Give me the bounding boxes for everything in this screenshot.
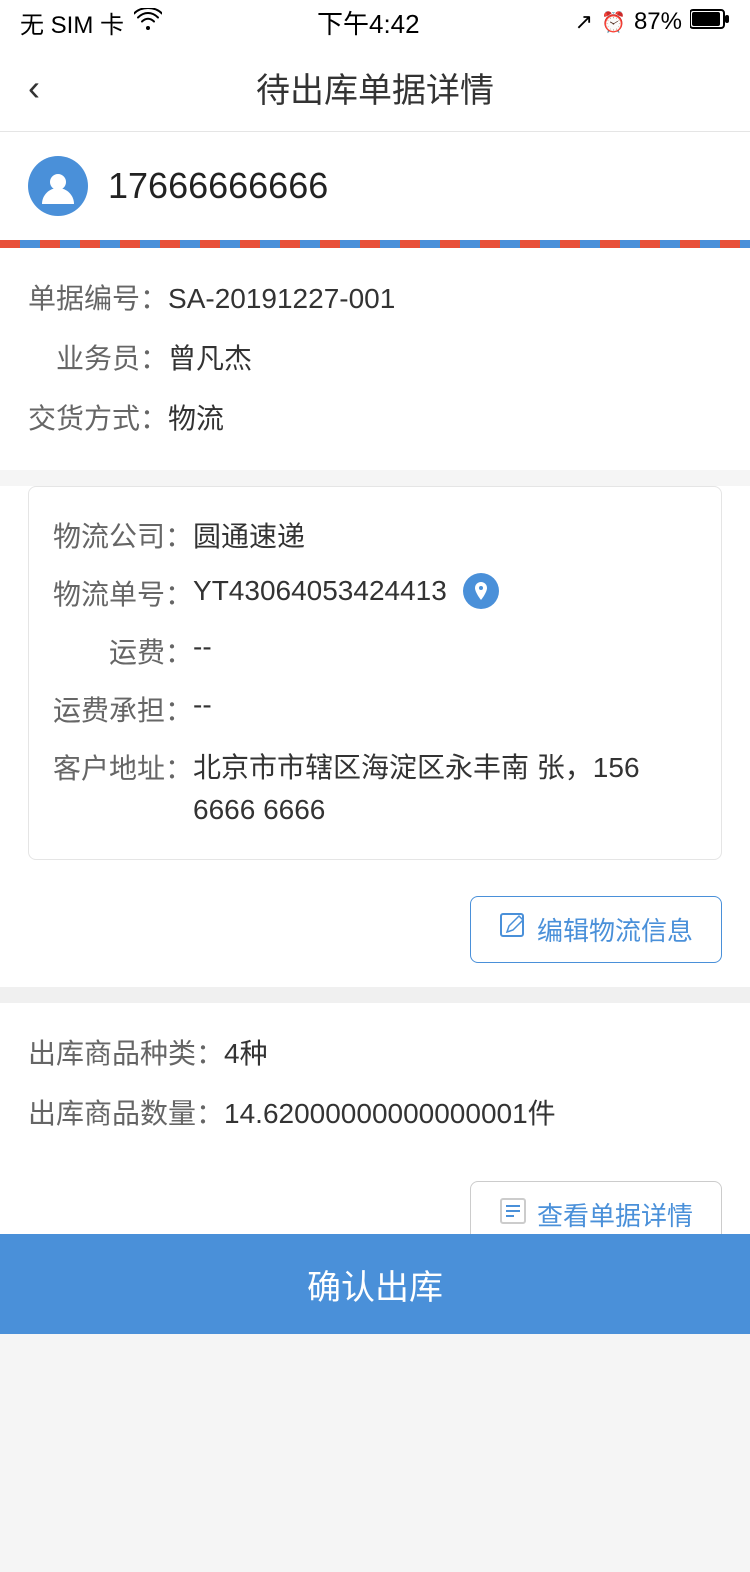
goods-section: 出库商品种类： 4种 出库商品数量： 14.62000000000000001件 xyxy=(0,1003,750,1165)
confirm-button-label: 确认出库 xyxy=(307,1260,443,1309)
main-content: 17666666666 单据编号： SA-20191227-001 业务员： 曾… xyxy=(0,132,750,1572)
status-bar: 无 SIM 卡 下午4:42 ↗ ⏰ 87% xyxy=(0,0,750,44)
freight-label: 运费： xyxy=(53,631,193,671)
goods-quantity-value: 14.62000000000000001件 xyxy=(224,1093,722,1135)
order-number-value: SA-20191227-001 xyxy=(168,278,722,320)
logistics-section: 物流公司： 圆通速递 物流单号： YT43064053424413 运费： xyxy=(28,486,722,860)
battery-icon xyxy=(690,8,730,37)
goods-type-row: 出库商品种类： 4种 xyxy=(28,1033,722,1075)
edit-btn-row: 编辑物流信息 xyxy=(0,880,750,987)
wifi-icon xyxy=(134,8,162,37)
view-detail-label: 查看单据详情 xyxy=(537,1196,693,1233)
dashed-divider xyxy=(0,240,750,248)
order-info-section: 单据编号： SA-20191227-001 业务员： 曾凡杰 交货方式： 物流 xyxy=(0,248,750,470)
logistics-company-row: 物流公司： 圆通速递 xyxy=(53,515,697,555)
order-number-row: 单据编号： SA-20191227-001 xyxy=(28,278,722,320)
customer-header: 17666666666 xyxy=(0,132,750,240)
freight-bearer-value: -- xyxy=(193,689,697,721)
edit-icon xyxy=(499,912,527,947)
back-button[interactable]: ‹ xyxy=(28,67,40,109)
goods-quantity-label: 出库商品数量： xyxy=(28,1093,224,1135)
carrier-label: 无 SIM 卡 xyxy=(20,5,124,40)
goods-type-value: 4种 xyxy=(224,1033,722,1075)
tracking-location-icon[interactable] xyxy=(463,573,499,609)
delivery-method-row: 交货方式： 物流 xyxy=(28,398,722,440)
goods-quantity-row: 出库商品数量： 14.62000000000000001件 xyxy=(28,1093,722,1135)
order-number-label: 单据编号： xyxy=(28,278,168,320)
freight-bearer-row: 运费承担： -- xyxy=(53,689,697,729)
edit-logistics-button[interactable]: 编辑物流信息 xyxy=(470,896,722,963)
avatar xyxy=(28,156,88,216)
delivery-method-label: 交货方式： xyxy=(28,398,168,440)
freight-bearer-label: 运费承担： xyxy=(53,689,193,729)
customer-phone: 17666666666 xyxy=(108,165,328,207)
freight-value: -- xyxy=(193,631,697,663)
goods-type-label: 出库商品种类： xyxy=(28,1033,224,1075)
status-right: ↗ ⏰ 87% xyxy=(575,8,730,37)
logistics-company-value: 圆通速递 xyxy=(193,515,697,555)
page-title: 待出库单据详情 xyxy=(256,63,494,112)
location-status-icon: ↗ xyxy=(575,9,593,35)
delivery-method-value: 物流 xyxy=(168,398,722,440)
salesman-row: 业务员： 曾凡杰 xyxy=(28,338,722,380)
address-value: 北京市市辖区海淀区永丰南 张，156 6666 6666 xyxy=(193,747,697,831)
freight-row: 运费： -- xyxy=(53,631,697,671)
status-time: 下午4:42 xyxy=(317,4,420,41)
status-left: 无 SIM 卡 xyxy=(20,5,162,40)
confirm-bar[interactable]: 确认出库 xyxy=(0,1234,750,1334)
logistics-company-label: 物流公司： xyxy=(53,515,193,555)
tracking-number-row: 物流单号： YT43064053424413 xyxy=(53,573,697,613)
address-label: 客户地址： xyxy=(53,747,193,787)
address-row: 客户地址： 北京市市辖区海淀区永丰南 张，156 6666 6666 xyxy=(53,747,697,831)
view-detail-icon xyxy=(499,1197,527,1232)
nav-bar: ‹ 待出库单据详情 xyxy=(0,44,750,132)
section-divider xyxy=(0,987,750,1003)
salesman-value: 曾凡杰 xyxy=(168,338,722,380)
salesman-label: 业务员： xyxy=(28,338,168,380)
battery-label: 87% xyxy=(634,8,682,36)
alarm-icon: ⏰ xyxy=(601,10,626,35)
edit-logistics-label: 编辑物流信息 xyxy=(537,911,693,948)
tracking-number-value: YT43064053424413 xyxy=(193,573,697,609)
tracking-number-label: 物流单号： xyxy=(53,573,193,613)
